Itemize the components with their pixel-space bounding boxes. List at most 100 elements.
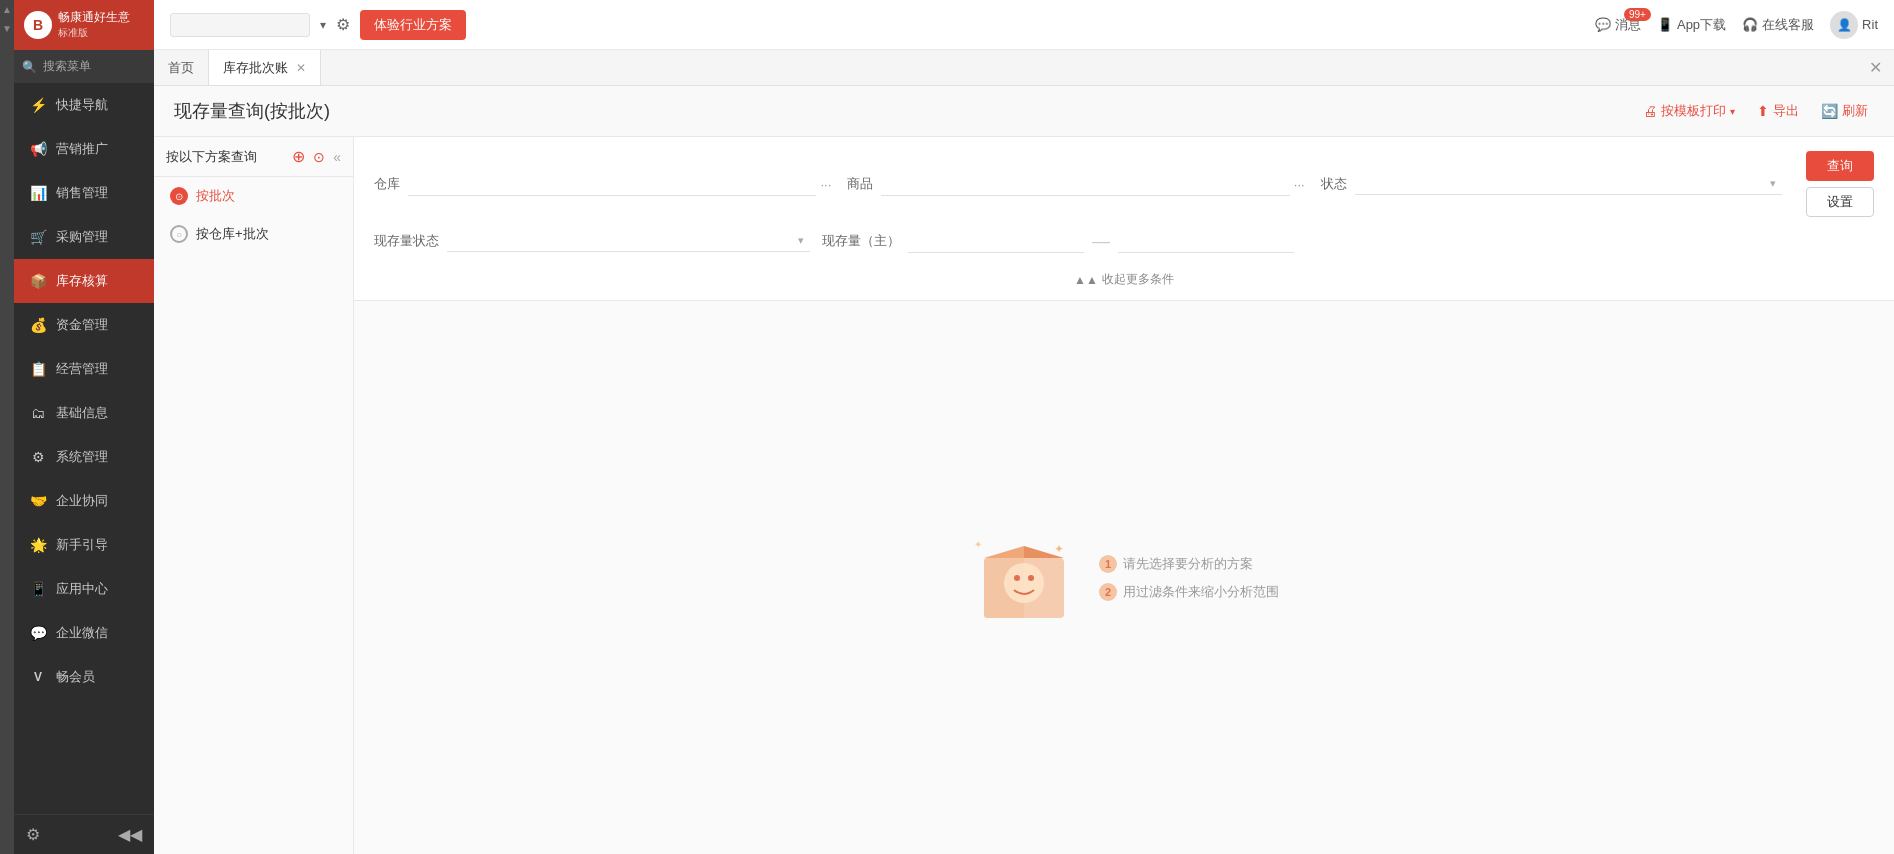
export-btn[interactable]: ⬆ 导出 [1751,98,1805,124]
tab-home-label: 首页 [168,59,194,77]
tab-close-right-btn[interactable]: ✕ [1857,58,1894,77]
sidebar-item-basic-info[interactable]: 🗂 基础信息 [14,391,154,435]
operations-icon: 📋 [28,359,48,379]
sidebar-item-member[interactable]: V 畅会员 [14,655,154,699]
inventory-qty-filter: 现存量（主） — [822,229,1294,253]
collapse-sidebar-icon[interactable]: ◀◀ [118,825,142,844]
topbar-search-input[interactable] [170,13,310,37]
sidebar-header: B 畅康通好生意 标准版 [14,0,154,50]
avatar: 👤 [1830,11,1858,39]
headset-icon: 🎧 [1742,17,1758,32]
scheme-item-batch[interactable]: ⊙ 按批次 [154,177,353,215]
inventory-status-select[interactable]: ▾ [447,230,810,252]
sidebar-footer: ⚙ ◀◀ [14,814,154,854]
sidebar-item-label: 经营管理 [56,360,108,378]
scroll-up-btn[interactable]: ▲ [0,0,14,19]
right-panel: 仓库 ··· 商品 ··· 状态 [354,137,1894,854]
message-action[interactable]: 💬 消息 99+ [1595,16,1641,34]
user-action[interactable]: 👤 Rit [1830,11,1878,39]
sidebar-item-quick-nav[interactable]: ⚡ 快捷导航 [14,83,154,127]
svg-point-4 [1028,575,1034,581]
tab-inventory-batch[interactable]: 库存批次账 ✕ [209,50,321,85]
product-filter: 商品 ··· [847,172,1308,196]
scheme-settings-btn[interactable]: ⊙ [313,149,325,165]
search-menu-label: 搜索菜单 [43,58,91,75]
inventory-qty-from[interactable] [908,229,1084,253]
sidebar-item-marketing[interactable]: 📢 营销推广 [14,127,154,171]
product-label: 商品 [847,175,881,193]
warehouse-input[interactable] [408,172,816,196]
sales-icon: 📊 [28,183,48,203]
status-select[interactable]: ▾ [1355,173,1782,195]
sidebar-scroll[interactable]: ▲ ▼ [0,0,14,854]
sidebar-item-label: 库存核算 [56,272,108,290]
print-dropdown-icon[interactable]: ▾ [1730,106,1735,117]
scheme-item-warehouse-batch[interactable]: ○ 按仓库+批次 [154,215,353,253]
warehouse-more-btn[interactable]: ··· [816,175,835,194]
online-service-label: 在线客服 [1762,16,1814,34]
sidebar-item-wechat[interactable]: 💬 企业微信 [14,611,154,655]
filter-row-2: 现存量状态 ▾ 现存量（主） — [374,229,1874,253]
scheme-active-icon: ⊙ [170,187,188,205]
filter-row-1: 仓库 ··· 商品 ··· 状态 [374,151,1874,217]
marketing-icon: 📢 [28,139,48,159]
add-scheme-btn[interactable]: ⊕ [292,147,305,166]
sidebar-item-finance[interactable]: 💰 资金管理 [14,303,154,347]
refresh-btn[interactable]: 🔄 刷新 [1815,98,1874,124]
sidebar-item-newbie[interactable]: 🌟 新手引导 [14,523,154,567]
settings-btn[interactable]: 设置 [1806,187,1874,217]
product-input[interactable] [881,172,1289,196]
sidebar-item-app-center[interactable]: 📱 应用中心 [14,567,154,611]
left-panel: 按以下方案查询 ⊕ ⊙ « ⊙ 按批次 [154,137,354,854]
collapse-left-panel-btn[interactable]: « [333,149,341,165]
sidebar-item-inventory[interactable]: 📦 库存核算 [14,259,154,303]
collapse-more-btn[interactable]: ▲▲ 收起更多条件 [374,265,1874,294]
topbar-settings-btn[interactable]: ⚙ [336,15,350,34]
sidebar-items: ⚡ 快捷导航 📢 营销推广 📊 销售管理 🛒 采购管理 📦 库存核算 💰 资金管… [14,83,154,814]
app-center-icon: 📱 [28,579,48,599]
sidebar-item-purchase[interactable]: 🛒 采购管理 [14,215,154,259]
online-service-action[interactable]: 🎧 在线客服 [1742,16,1814,34]
print-label: 按模板打印 [1661,102,1726,120]
user-label: Rit [1862,17,1878,32]
page-header: 现存量查询(按批次) 🖨 按模板打印 ▾ ⬆ 导出 🔄 刷新 [154,86,1894,137]
app-name: 畅康通好生意 [58,10,130,26]
sidebar-item-sales[interactable]: 📊 销售管理 [14,171,154,215]
sidebar-item-system[interactable]: ⚙ 系统管理 [14,435,154,479]
sidebar-item-label: 企业协同 [56,492,108,510]
status-dropdown-icon: ▾ [1770,177,1776,190]
industry-btn[interactable]: 体验行业方案 [360,10,466,40]
scroll-down-btn[interactable]: ▼ [0,19,14,38]
print-icon: 🖨 [1643,103,1657,119]
svg-text:·: · [1059,563,1061,572]
content-area: 现存量查询(按批次) 🖨 按模板打印 ▾ ⬆ 导出 🔄 刷新 [154,86,1894,854]
collapse-arrow-icon: ▲▲ [1074,273,1098,287]
query-btn[interactable]: 查询 [1806,151,1874,181]
quick-nav-icon: ⚡ [28,95,48,115]
app-download-label: App下载 [1677,16,1726,34]
print-btn[interactable]: 🖨 按模板打印 ▾ [1637,98,1741,124]
sidebar-item-operations[interactable]: 📋 经营管理 [14,347,154,391]
app-download-action[interactable]: 📱 App下载 [1657,16,1726,34]
left-panel-header-icons: ⊕ ⊙ « [292,147,341,166]
tab-home[interactable]: 首页 [154,50,209,85]
search-menu[interactable]: 🔍 搜索菜单 [14,50,154,83]
settings-footer-icon[interactable]: ⚙ [26,825,40,844]
avatar-initial: 👤 [1837,18,1852,32]
empty-hint-1: 1 请先选择要分析的方案 [1099,555,1279,573]
warehouse-filter: 仓库 ··· [374,172,835,196]
sidebar-item-enterprise[interactable]: 🤝 企业协同 [14,479,154,523]
gear-icon: ⊙ [313,149,325,165]
system-icon: ⚙ [28,447,48,467]
empty-state: ✦ ✦ · 1 请先选择要分析的方案 2 用过滤条件来缩小分 [354,301,1894,854]
sidebar-item-label: 企业微信 [56,624,108,642]
topbar-dropdown-btn[interactable]: ▾ [320,18,326,32]
inventory-qty-to[interactable] [1118,229,1294,253]
empty-hints: 1 请先选择要分析的方案 2 用过滤条件来缩小分析范围 [1099,555,1279,601]
inventory-status-dropdown-icon: ▾ [798,234,804,247]
sidebar-item-label: 系统管理 [56,448,108,466]
topbar: ▾ ⚙ 体验行业方案 💬 消息 99+ 📱 App下载 🎧 在线客服 👤 [154,0,1894,50]
tab-close-icon[interactable]: ✕ [296,61,306,75]
finance-icon: 💰 [28,315,48,335]
product-more-btn[interactable]: ··· [1290,175,1309,194]
